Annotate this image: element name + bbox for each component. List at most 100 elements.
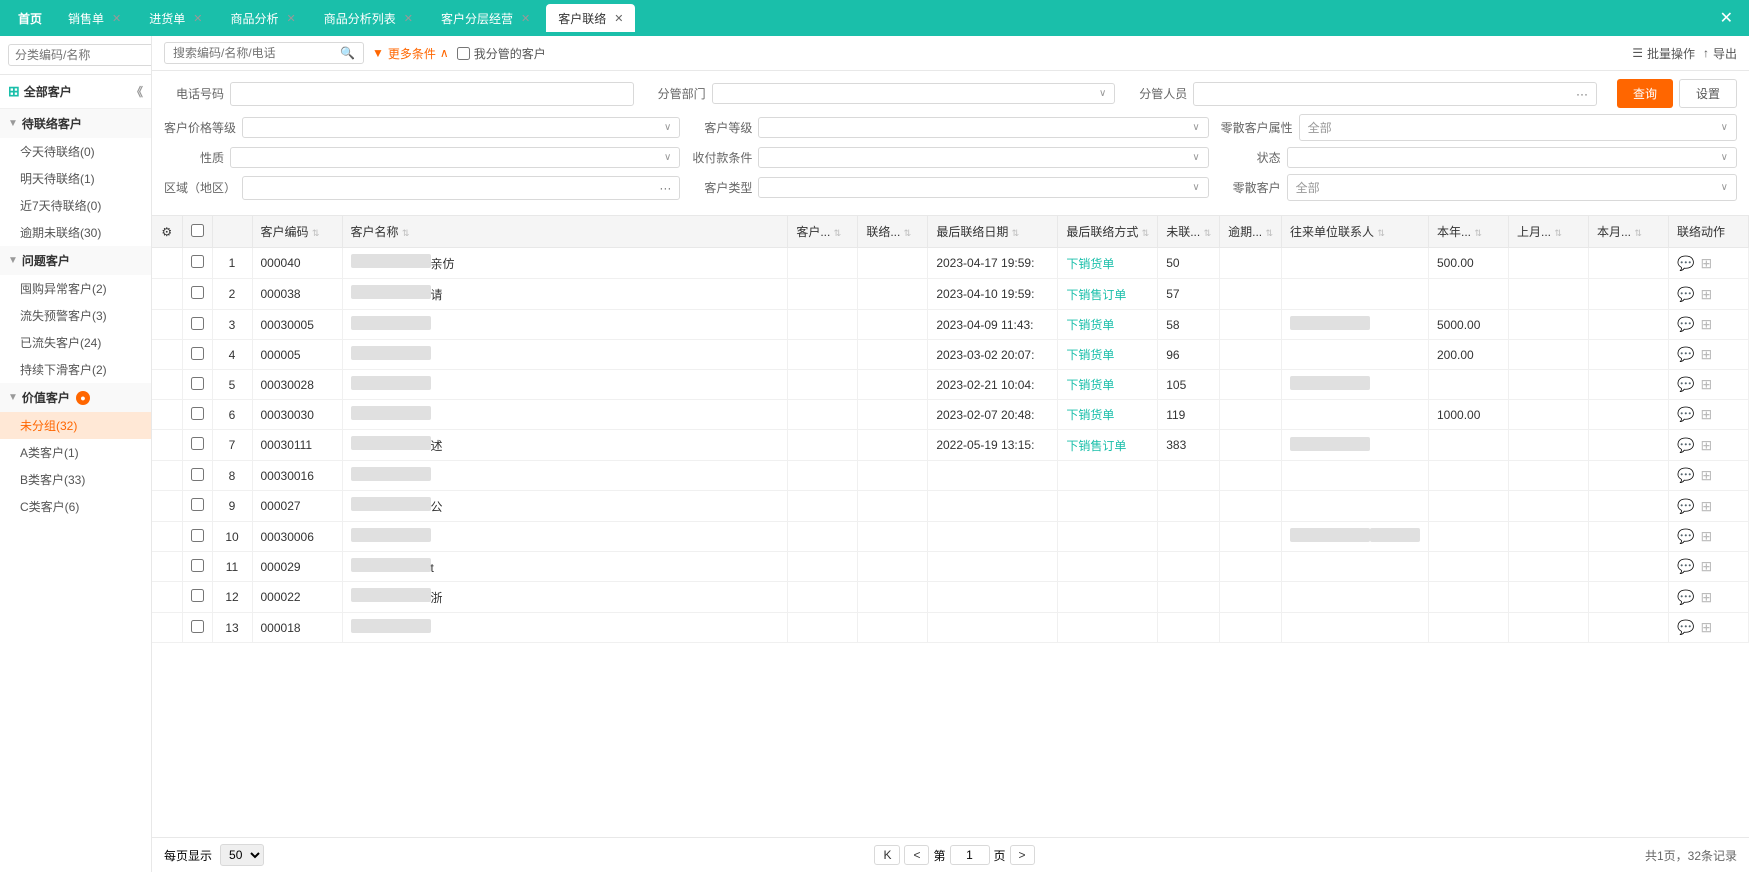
query-button[interactable]: 查询 bbox=[1617, 79, 1673, 108]
close-analysis-tab[interactable]: ✕ bbox=[287, 12, 296, 25]
close-analysis-list-tab[interactable]: ✕ bbox=[404, 12, 413, 25]
row-checkbox[interactable] bbox=[191, 317, 204, 330]
page-next-btn[interactable]: > bbox=[1010, 845, 1035, 865]
select-all-checkbox[interactable] bbox=[191, 224, 204, 237]
col-header-this-year[interactable]: 本年... ⇅ bbox=[1429, 216, 1509, 248]
phone-input[interactable] bbox=[230, 82, 634, 106]
dept-select[interactable]: ∨ bbox=[712, 83, 1116, 104]
grid-action-icon[interactable]: ⊞ bbox=[1700, 528, 1712, 545]
col-header-contact-person[interactable]: 往来单位联系人 ⇅ bbox=[1282, 216, 1429, 248]
collapse-icon[interactable]: 《 bbox=[131, 83, 143, 100]
nav-tab-sales[interactable]: 销售单 ✕ bbox=[56, 4, 133, 32]
nav-close-button[interactable]: ✕ bbox=[1712, 8, 1741, 28]
batch-ops-button[interactable]: ☰ 批量操作 bbox=[1632, 45, 1695, 62]
chat-icon[interactable]: 💬 bbox=[1677, 376, 1694, 393]
row-checkbox[interactable] bbox=[191, 529, 204, 542]
grid-action-icon[interactable]: ⊞ bbox=[1700, 437, 1712, 454]
nav-home[interactable]: 首页 bbox=[8, 10, 52, 27]
chat-icon[interactable]: 💬 bbox=[1677, 437, 1694, 454]
per-page-select[interactable]: 50 bbox=[220, 844, 264, 866]
row-checkbox[interactable] bbox=[191, 437, 204, 450]
grid-action-icon[interactable]: ⊞ bbox=[1700, 558, 1712, 575]
sidebar-item-ungroup[interactable]: 未分组(32) bbox=[0, 412, 151, 439]
grid-action-icon[interactable]: ⊞ bbox=[1700, 619, 1712, 636]
col-header-last-type[interactable]: 最后联络方式 ⇅ bbox=[1058, 216, 1158, 248]
manager-more[interactable]: ··· bbox=[1576, 87, 1588, 101]
customer-level-select[interactable]: ∨ bbox=[758, 117, 1208, 138]
chat-icon[interactable]: 💬 bbox=[1677, 558, 1694, 575]
last-type-link[interactable]: 下销货单 bbox=[1066, 318, 1114, 332]
chat-icon[interactable]: 💬 bbox=[1677, 406, 1694, 423]
export-button[interactable]: ↑ 导出 bbox=[1703, 45, 1737, 62]
my-customers-filter[interactable]: 我分管的客户 bbox=[457, 45, 546, 62]
sidebar-item-churned[interactable]: 已流失客户(24) bbox=[0, 329, 151, 356]
sidebar-item-class-a[interactable]: A类客户(1) bbox=[0, 439, 151, 466]
grid-action-icon[interactable]: ⊞ bbox=[1700, 286, 1712, 303]
reset-button[interactable]: 设置 bbox=[1679, 79, 1737, 108]
nav-tab-customer-segment[interactable]: 客户分层经营 ✕ bbox=[429, 4, 542, 32]
sidebar-all-customers[interactable]: ⊞ 全部客户 《 bbox=[0, 75, 151, 109]
grid-action-icon[interactable]: ⊞ bbox=[1700, 255, 1712, 272]
region-select[interactable]: ··· bbox=[242, 176, 680, 200]
last-type-link[interactable]: 下销货单 bbox=[1066, 257, 1114, 271]
row-checkbox[interactable] bbox=[191, 498, 204, 511]
price-level-select[interactable]: ∨ bbox=[242, 117, 680, 138]
row-checkbox[interactable] bbox=[191, 589, 204, 602]
last-type-link[interactable]: 下销售订单 bbox=[1066, 439, 1126, 453]
grid-action-icon[interactable]: ⊞ bbox=[1700, 467, 1712, 484]
row-checkbox[interactable] bbox=[191, 347, 204, 360]
sidebar-item-today[interactable]: 今天待联络(0) bbox=[0, 138, 151, 165]
grid-action-icon[interactable]: ⊞ bbox=[1700, 316, 1712, 333]
col-header-settings[interactable]: ⚙ bbox=[152, 216, 182, 248]
filter-search-icon[interactable]: 🔍 bbox=[340, 46, 355, 60]
region-more[interactable]: ··· bbox=[659, 181, 671, 195]
filter-more-conditions[interactable]: ▼ 更多条件 ∧ bbox=[372, 45, 449, 62]
gender-select[interactable]: ∨ bbox=[230, 147, 680, 168]
filter-search-input[interactable] bbox=[173, 46, 336, 60]
row-checkbox[interactable] bbox=[191, 559, 204, 572]
col-header-this-month[interactable]: 本月... ⇅ bbox=[1589, 216, 1669, 248]
row-checkbox[interactable] bbox=[191, 620, 204, 633]
close-purchase-tab[interactable]: ✕ bbox=[193, 12, 202, 25]
page-first-btn[interactable]: K bbox=[874, 845, 900, 865]
col-header-last-date[interactable]: 最后联络日期 ⇅ bbox=[928, 216, 1058, 248]
sidebar-item-tomorrow[interactable]: 明天待联络(1) bbox=[0, 165, 151, 192]
col-header-name[interactable]: 客户名称 ⇅ bbox=[342, 216, 788, 248]
col-header-contact[interactable]: 联络... ⇅ bbox=[858, 216, 928, 248]
col-header-unlink[interactable]: 未联... ⇅ bbox=[1158, 216, 1220, 248]
chat-icon[interactable]: 💬 bbox=[1677, 498, 1694, 515]
grid-action-icon[interactable]: ⊞ bbox=[1700, 346, 1712, 363]
page-prev-btn[interactable]: < bbox=[904, 845, 929, 865]
nav-tab-purchase[interactable]: 进货单 ✕ bbox=[137, 4, 214, 32]
last-type-link[interactable]: 下销货单 bbox=[1066, 348, 1114, 362]
manager-select[interactable]: ··· bbox=[1193, 82, 1597, 106]
grid-action-icon[interactable]: ⊞ bbox=[1700, 498, 1712, 515]
chat-icon[interactable]: 💬 bbox=[1677, 619, 1694, 636]
sidebar-item-declining[interactable]: 持续下滑客户(2) bbox=[0, 356, 151, 383]
chat-icon[interactable]: 💬 bbox=[1677, 589, 1694, 606]
sidebar-item-class-c[interactable]: C类客户(6) bbox=[0, 493, 151, 520]
customer-type-select[interactable]: ∨ bbox=[758, 177, 1208, 198]
nav-tab-customer-contact[interactable]: 客户联络 ✕ bbox=[546, 4, 635, 32]
chat-icon[interactable]: 💬 bbox=[1677, 286, 1694, 303]
grid-action-icon[interactable]: ⊞ bbox=[1700, 589, 1712, 606]
row-checkbox[interactable] bbox=[191, 286, 204, 299]
close-sales-tab[interactable]: ✕ bbox=[112, 12, 121, 25]
close-segment-tab[interactable]: ✕ bbox=[521, 12, 530, 25]
sidebar-item-week[interactable]: 近7天待联络(0) bbox=[0, 192, 151, 219]
col-header-overdue[interactable]: 逾期... ⇅ bbox=[1220, 216, 1282, 248]
row-checkbox[interactable] bbox=[191, 407, 204, 420]
chat-icon[interactable]: 💬 bbox=[1677, 316, 1694, 333]
chat-icon[interactable]: 💬 bbox=[1677, 528, 1694, 545]
page-number-input[interactable] bbox=[950, 845, 990, 865]
close-contact-tab[interactable]: ✕ bbox=[614, 12, 623, 25]
last-type-link[interactable]: 下销货单 bbox=[1066, 378, 1114, 392]
sidebar-item-class-b[interactable]: B类客户(33) bbox=[0, 466, 151, 493]
sidebar-item-churn-warning[interactable]: 流失预警客户(3) bbox=[0, 302, 151, 329]
status-select[interactable]: ∨ bbox=[1287, 147, 1737, 168]
sidebar-search-input[interactable] bbox=[8, 44, 152, 66]
col-header-code[interactable]: 客户编码 ⇅ bbox=[252, 216, 342, 248]
grid-action-icon[interactable]: ⊞ bbox=[1700, 406, 1712, 423]
nav-tab-analysis-list[interactable]: 商品分析列表 ✕ bbox=[312, 4, 425, 32]
col-header-last-month[interactable]: 上月... ⇅ bbox=[1509, 216, 1589, 248]
